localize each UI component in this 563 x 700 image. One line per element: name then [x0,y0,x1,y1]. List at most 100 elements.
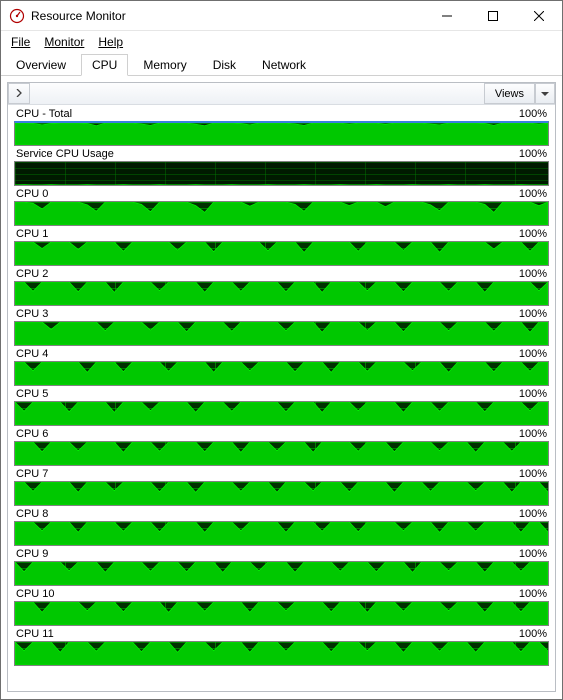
graph-canvas [14,321,549,346]
tab-network[interactable]: Network [251,54,317,76]
graph-header: CPU 5 100% [14,387,549,401]
graph-label: Service CPU Usage [16,148,114,160]
graph-scale: 100% [519,428,547,440]
graph-canvas [14,521,549,546]
titlebar: Resource Monitor [1,1,562,31]
graph-header: CPU 1 100% [14,227,549,241]
graph-header: CPU 11100% [14,627,549,641]
toolbar-spacer [30,83,484,104]
graph-label: CPU 6 [16,428,48,440]
graph-scale: 100% [519,348,547,360]
menu-monitor[interactable]: Monitor [38,33,90,51]
graph-row: CPU 2 100% [14,267,549,306]
content-area: Views CPU - Total 100% Service CPU Usage 1… [1,76,562,698]
graph-canvas [14,201,549,226]
graph-fill [15,402,548,425]
graph-row: CPU 11100% [14,627,549,666]
graph-scale: 100% [519,228,547,240]
graph-row: CPU 0 100% [14,187,549,226]
graph-fill [15,162,548,185]
graph-header: CPU 0 100% [14,187,549,201]
graph-fill [15,282,548,305]
graph-label: CPU 11 [16,628,54,640]
graph-canvas [14,561,549,586]
graphs-list: CPU - Total 100% Service CPU Usage 100% CP… [8,105,555,691]
graph-row: CPU 8100% [14,507,549,546]
graph-scale: 100% [519,388,547,400]
graph-label: CPU - Total [16,108,72,120]
graph-canvas [14,241,549,266]
menu-file[interactable]: File [5,33,36,51]
panel-toolbar: Views [8,83,555,105]
graph-row: CPU 6 100% [14,427,549,466]
graph-scale: 100% [519,188,547,200]
graph-fill [15,522,548,545]
app-icon [9,8,25,24]
window-controls [424,1,562,30]
graphs-panel: Views CPU - Total 100% Service CPU Usage 1… [7,82,556,692]
graph-row: Service CPU Usage 100% [14,147,549,186]
graph-canvas [14,641,549,666]
graph-header: CPU 9 100% [14,547,549,561]
graph-header: CPU 2 100% [14,267,549,281]
graph-header: CPU 7 100% [14,467,549,481]
graph-canvas [14,161,549,186]
graph-canvas [14,121,549,146]
graph-row: CPU 9 100% [14,547,549,586]
minimize-button[interactable] [424,1,470,30]
graph-fill [15,123,548,145]
menubar: File Monitor Help [1,31,562,53]
graph-scale: 100% [519,268,547,280]
graph-label: CPU 10 [16,588,55,600]
graph-header: CPU 10 100% [14,587,549,601]
graph-row: CPU 10 100% [14,587,549,626]
graph-label: CPU 0 [16,188,48,200]
graph-fill [15,442,548,465]
graph-label: CPU 4 [16,348,48,360]
menu-help[interactable]: Help [92,33,129,51]
graph-scale: 100% [519,588,547,600]
chevron-right-icon [15,88,23,100]
graph-scale: 100% [519,548,547,560]
maximize-button[interactable] [470,1,516,30]
graph-canvas [14,481,549,506]
graph-header: CPU 3 100% [14,307,549,321]
graph-label: CPU 2 [16,268,48,280]
graph-row: CPU - Total 100% [14,107,549,146]
graph-scale: 100% [519,468,547,480]
graph-label: CPU 1 [16,228,48,240]
close-button[interactable] [516,1,562,30]
graph-label: CPU 9 [16,548,48,560]
graph-fill [15,242,548,265]
graph-fill [15,642,548,665]
graph-row: CPU 4 100% [14,347,549,386]
graph-fill [15,362,548,385]
graph-fill [15,602,548,625]
graph-header: CPU - Total 100% [14,107,549,121]
views-dropdown-button[interactable] [535,83,555,104]
graph-label: CPU 5 [16,388,48,400]
graph-header: CPU 6 100% [14,427,549,441]
tab-memory[interactable]: Memory [132,54,197,76]
graph-row: CPU 5 100% [14,387,549,426]
chevron-down-icon [541,88,549,100]
graph-row: CPU 1 100% [14,227,549,266]
graph-canvas [14,281,549,306]
tab-disk[interactable]: Disk [202,54,247,76]
graph-scale: 100% [519,508,547,520]
graph-row: CPU 3 100% [14,307,549,346]
views-button[interactable]: Views [484,83,535,104]
tab-cpu[interactable]: CPU [81,54,128,76]
graph-scale: 100% [519,148,547,160]
expand-button[interactable] [8,83,30,104]
graph-scale: 100% [519,308,547,320]
tabstrip: Overview CPU Memory Disk Network [1,53,562,76]
graph-label: CPU 7 [16,468,48,480]
graph-label: CPU 3 [16,308,48,320]
tab-overview[interactable]: Overview [5,54,77,76]
graph-canvas [14,361,549,386]
graph-header: Service CPU Usage 100% [14,147,549,161]
graph-scale: 100% [519,108,547,120]
graph-header: CPU 4 100% [14,347,549,361]
graph-canvas [14,441,549,466]
